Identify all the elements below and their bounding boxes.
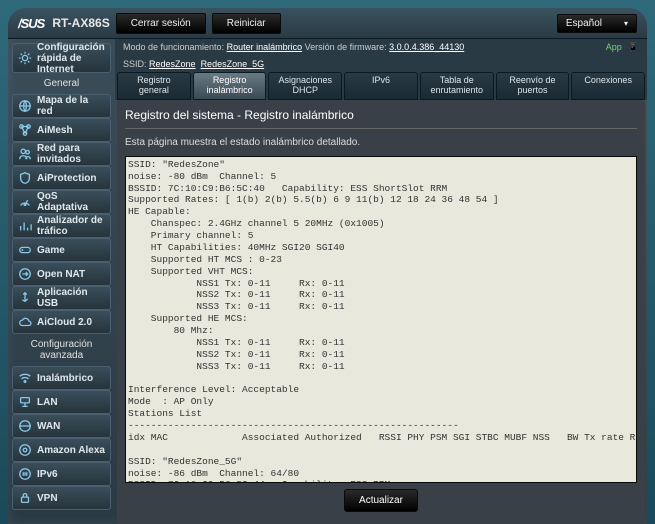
alexa-icon [17,442,33,458]
sidebar-item-label: Amazon Alexa [37,445,105,456]
globe-icon [17,98,33,114]
wifi-icon [17,370,33,386]
router-admin-frame: /SUS RT-AX86S Cerrar sesión Reiniciar Es… [8,8,647,524]
ipv6-icon [17,466,33,482]
usb-icon [17,290,33,306]
tab-tabla-de-enrutamiento[interactable]: Tabla deenrutamiento [420,72,494,100]
tab-asignaciones-dhcp[interactable]: AsignacionesDHCP [268,72,342,100]
sidebar-item-mapa-de-la-red[interactable]: Mapa de la red [12,94,111,118]
bars-icon [17,218,33,234]
wan-icon [17,418,33,434]
sidebar-item-label: AiMesh [37,125,73,136]
sidebar-item-aimesh[interactable]: AiMesh [12,118,111,142]
sidebar-item-aplicaci-n-usb[interactable]: Aplicación USB [12,286,111,310]
meta-row-2: SSID: RedesZone RedesZone_5G [115,56,647,72]
nat-icon [17,266,33,282]
sidebar: Configuración rápida de Internet General… [8,39,115,524]
sidebar-item-label: Inalámbrico [37,373,93,384]
tab-registro-inal-mbrico[interactable]: Registroinalámbrico [193,72,267,100]
sidebar-item-label: AiProtection [37,173,96,184]
sidebar-heading-advanced: Configuración avanzada [12,337,111,363]
sidebar-item-game[interactable]: Game [12,238,111,262]
page-desc: Esta página muestra el estado inalámbric… [125,129,637,156]
sidebar-item-inal-mbrico[interactable]: Inalámbrico [12,366,111,390]
sidebar-item-label: LAN [37,397,58,408]
tab-reenv-o-de-puertos[interactable]: Reenvío depuertos [496,72,570,100]
sidebar-item-label: Open NAT [37,269,85,280]
op-mode-link[interactable]: Router inalámbrico [227,42,303,52]
sidebar-item-aiprotection[interactable]: AiProtection [12,166,111,190]
mesh-icon [17,122,33,138]
main-area: Modo de funcionamiento: Router inalámbri… [115,39,647,524]
model-label: RT-AX86S [52,16,109,30]
firmware-link[interactable]: 3.0.0.4.386_44130 [389,42,464,52]
shield-icon [17,170,33,186]
lan-icon [17,394,33,410]
tab-row: RegistrogeneralRegistroinalámbricoAsigna… [115,72,647,100]
sidebar-item-analizador-de-tr-fico[interactable]: Analizador de tráfico [12,214,111,238]
ssid1-link[interactable]: RedesZone [149,59,196,69]
sidebar-item-label: AiCloud 2.0 [37,317,92,328]
tab-registro-general[interactable]: Registrogeneral [117,72,191,100]
sidebar-item-aicloud-2-0[interactable]: AiCloud 2.0 [12,310,111,334]
wireless-log-output[interactable]: SSID: "RedesZone" noise: -80 dBm Channel… [125,156,637,483]
sidebar-item-ipv6[interactable]: IPv6 [12,462,111,486]
sidebar-item-label: WAN [37,421,60,432]
sidebar-item-label: Aplicación USB [37,287,106,309]
vpn-icon [17,490,33,506]
logout-button[interactable]: Cerrar sesión [116,13,206,34]
sidebar-item-lan[interactable]: LAN [12,390,111,414]
top-bar: /SUS RT-AX86S Cerrar sesión Reiniciar Es… [8,8,647,39]
brand-logo: /SUS [18,16,44,31]
sidebar-item-amazon-alexa[interactable]: Amazon Alexa [12,438,111,462]
sidebar-item-label: IPv6 [37,469,58,480]
guest-icon [17,146,33,162]
cloud-icon [17,314,33,330]
update-button[interactable]: Actualizar [344,489,418,512]
ssid2-link[interactable]: RedesZone_5G [201,59,265,69]
sidebar-item-label: Red para invitados [37,143,106,165]
gamepad-icon [17,242,33,258]
sidebar-item-qos-adaptativa[interactable]: QoS Adaptativa [12,190,111,214]
page-title: Registro del sistema - Registro inalámbr… [125,108,637,129]
language-selector[interactable]: Español [557,14,637,33]
sidebar-item-red-para-invitados[interactable]: Red para invitados [12,142,111,166]
phone-icon[interactable]: 📱 [628,42,639,53]
content-panel: Registro del sistema - Registro inalámbr… [117,100,645,524]
gear-icon [17,50,33,66]
sidebar-item-wan[interactable]: WAN [12,414,111,438]
meta-row-1: Modo de funcionamiento: Router inalámbri… [115,39,647,56]
sidebar-item-vpn[interactable]: VPN [12,486,111,510]
tab-conexiones-[interactable]: Conexiones [571,72,645,100]
sidebar-item-label: VPN [37,493,58,504]
sidebar-item-open-nat[interactable]: Open NAT [12,262,111,286]
reboot-button[interactable]: Reiniciar [212,13,281,34]
sidebar-item-label: Analizador de tráfico [37,215,106,237]
sidebar-item-label: QoS Adaptativa [37,191,106,213]
sidebar-item-label: Game [37,245,65,256]
tab-ipv6-[interactable]: IPv6 [344,72,418,100]
sidebar-item-label: Mapa de la red [37,95,106,117]
sidebar-item-quick-setup[interactable]: Configuración rápida de Internet [12,43,111,73]
app-link[interactable]: App [606,42,622,52]
speed-icon [17,194,33,210]
sidebar-heading-general: General [12,76,111,91]
